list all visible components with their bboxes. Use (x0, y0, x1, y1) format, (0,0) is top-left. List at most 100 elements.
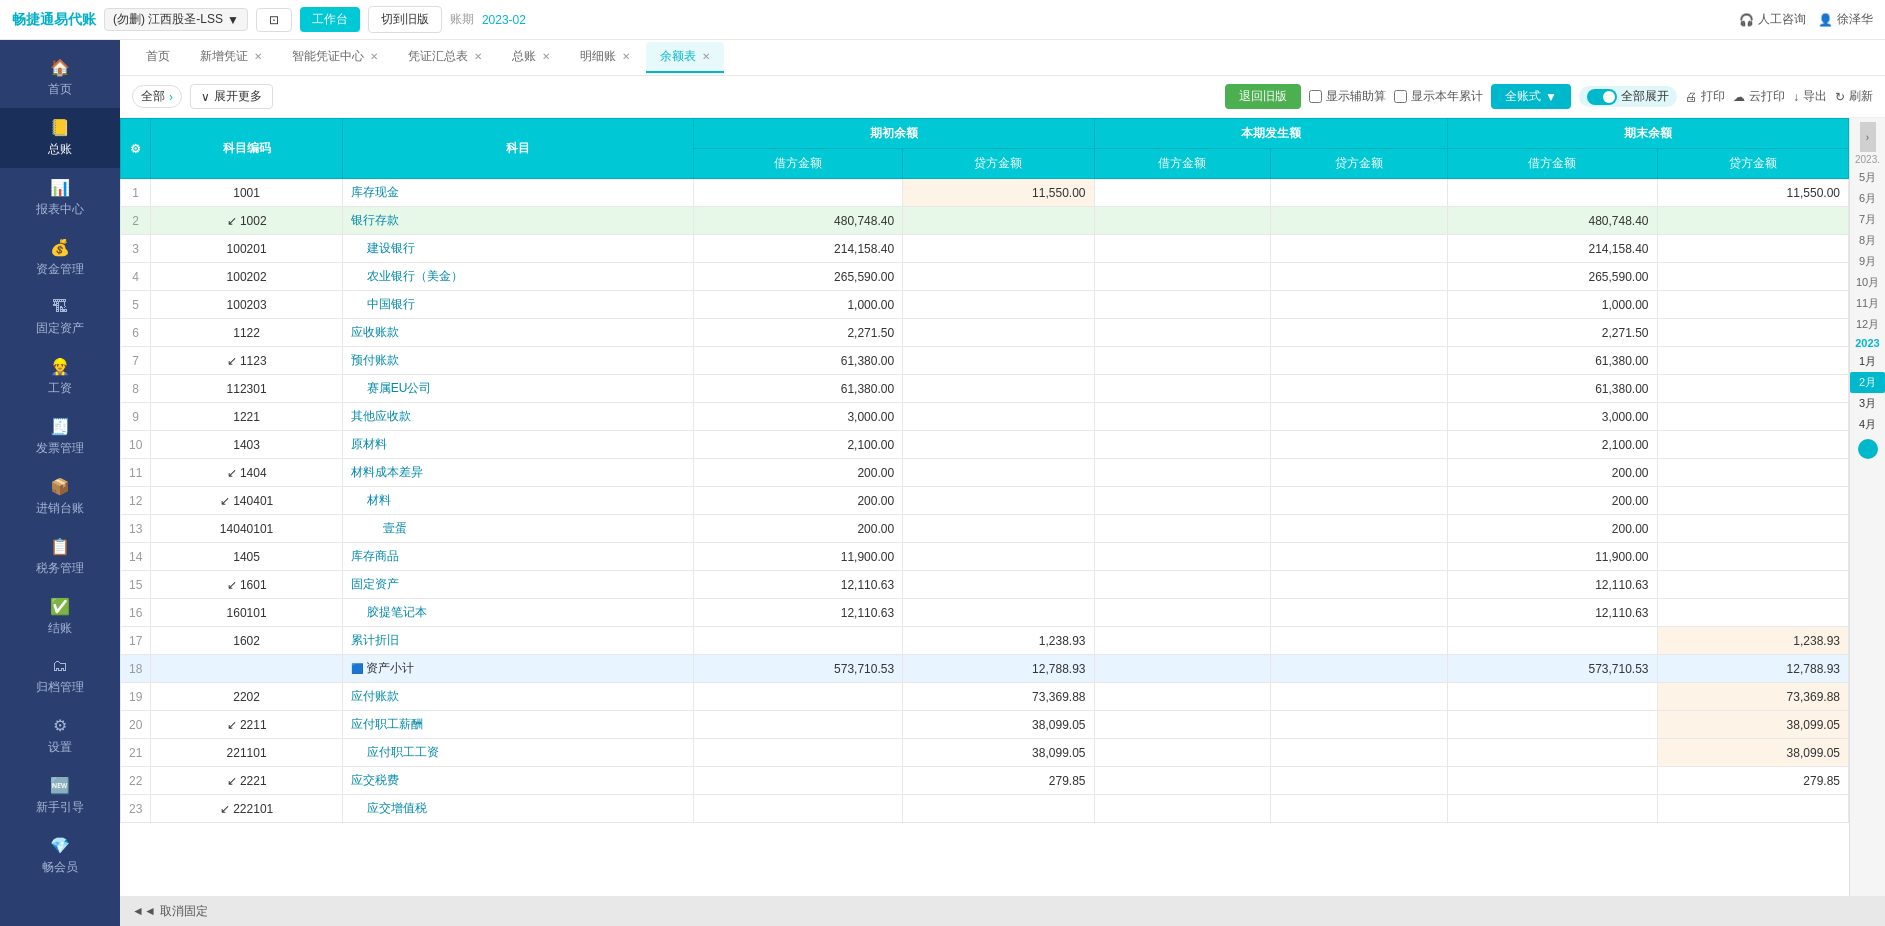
subject-name-link[interactable]: 壹蛋 (383, 521, 407, 535)
subject-name-cell[interactable]: 应交税费 (342, 767, 693, 795)
expand-all-toggle[interactable] (1587, 89, 1617, 105)
tab-close-voucher-summary[interactable]: ✕ (474, 51, 482, 62)
subject-name-cell[interactable]: 库存商品 (342, 543, 693, 571)
cloud-print-action[interactable]: ☁ 云打印 (1733, 88, 1785, 105)
subject-name-link[interactable]: 其他应收款 (351, 409, 411, 423)
subject-name-cell[interactable]: 农业银行（美金） (342, 263, 693, 291)
subject-name-cell[interactable]: 原材料 (342, 431, 693, 459)
sidebar-item-purchase-sales[interactable]: 📦 进销台账 (0, 467, 120, 527)
subject-name-cell[interactable]: 银行存款 (342, 207, 693, 235)
subject-name-link[interactable]: 原材料 (351, 437, 387, 451)
sidebar-item-settlement[interactable]: ✅ 结账 (0, 587, 120, 647)
show-ytd-check[interactable]: 显示本年累计 (1394, 88, 1483, 105)
timeline-3[interactable]: 3月 (1850, 393, 1885, 414)
company-selector[interactable]: (勿删) 江西股圣-LSS ▼ (104, 8, 248, 31)
subject-name-cell[interactable]: 累计折旧 (342, 627, 693, 655)
subject-name-cell[interactable]: 应付职工薪酬 (342, 711, 693, 739)
user-profile[interactable]: 👤 徐泽华 (1818, 11, 1873, 28)
subject-name-cell[interactable]: 应付职工工资 (342, 739, 693, 767)
timeline-10[interactable]: 10月 (1850, 272, 1885, 293)
timeline-2[interactable]: 2月 (1850, 372, 1885, 393)
subject-name-link[interactable]: 应收账款 (351, 325, 399, 339)
cancel-fixed-label[interactable]: 取消固定 (160, 903, 208, 920)
return-old-button[interactable]: 退回旧版 (1225, 84, 1301, 109)
subject-name-link[interactable]: 建设银行 (367, 241, 415, 255)
tab-balance-sheet[interactable]: 余额表 ✕ (646, 42, 724, 73)
subject-name-cell[interactable]: 中国银行 (342, 291, 693, 319)
tab-detail-ledger[interactable]: 明细账 ✕ (566, 42, 644, 73)
timeline-12[interactable]: 12月 (1850, 314, 1885, 335)
timeline-9[interactable]: 9月 (1850, 251, 1885, 272)
subject-name-link[interactable]: 中国银行 (367, 297, 415, 311)
timeline-7[interactable]: 7月 (1850, 209, 1885, 230)
sidebar-item-ledger[interactable]: 📒 总账 (0, 108, 120, 168)
subject-name-link[interactable]: 应付账款 (351, 689, 399, 703)
tab-home[interactable]: 首页 (132, 42, 184, 73)
subject-name-cell[interactable]: 其他应收款 (342, 403, 693, 431)
sidebar-item-archive[interactable]: 🗂 归档管理 (0, 647, 120, 706)
sidebar-item-salary[interactable]: 👷 工资 (0, 347, 120, 407)
toggle-expand-all[interactable]: 全部展开 (1579, 86, 1677, 107)
tab-smart-verify[interactable]: 智能凭证中心 ✕ (278, 42, 392, 73)
sidebar-item-capital[interactable]: 💰 资金管理 (0, 228, 120, 288)
ytd-checkbox[interactable] (1394, 90, 1407, 103)
subject-name-cell[interactable]: 建设银行 (342, 235, 693, 263)
tab-voucher-summary[interactable]: 凭证汇总表 ✕ (394, 42, 496, 73)
tab-close-general-ledger[interactable]: ✕ (542, 51, 550, 62)
timeline-1[interactable]: 1月 (1850, 351, 1885, 372)
subject-name-cell[interactable]: 应收账款 (342, 319, 693, 347)
sidebar-item-settings[interactable]: ⚙ 设置 (0, 706, 120, 766)
sidebar-item-reports[interactable]: 📊 报表中心 (0, 168, 120, 228)
timeline-expand-arrow[interactable]: › (1860, 122, 1876, 152)
subject-name-link[interactable]: 应付职工薪酬 (351, 717, 423, 731)
refresh-action[interactable]: ↻ 刷新 (1835, 88, 1873, 105)
sidebar-item-fixed-assets[interactable]: 🏗 固定资产 (0, 288, 120, 347)
workspace-button[interactable]: 工作台 (300, 7, 360, 32)
sidebar-item-home[interactable]: 🏠 首页 (0, 48, 120, 108)
subject-name-link[interactable]: 材料 (367, 493, 391, 507)
subject-name-link[interactable]: 应交税费 (351, 773, 399, 787)
subject-name-link[interactable]: 材料成本差异 (351, 465, 423, 479)
tab-close-new-voucher[interactable]: ✕ (254, 51, 262, 62)
subject-name-cell[interactable]: 库存现金 (342, 179, 693, 207)
subject-name-cell[interactable]: 固定资产 (342, 571, 693, 599)
timeline-6[interactable]: 6月 (1850, 188, 1885, 209)
subject-name-link[interactable]: 固定资产 (351, 577, 399, 591)
timeline-4[interactable]: 4月 (1850, 414, 1885, 435)
sidebar-item-tax[interactable]: 📋 税务管理 (0, 527, 120, 587)
sidebar-item-invoices[interactable]: 🧾 发票管理 (0, 407, 120, 467)
period-value[interactable]: 2023-02 (482, 13, 526, 27)
expand-more-button[interactable]: ∨ 展开更多 (190, 84, 273, 109)
subject-name-link[interactable]: 库存现金 (351, 185, 399, 199)
tab-close-balance-sheet[interactable]: ✕ (702, 51, 710, 62)
subject-name-link[interactable]: 胶提笔记本 (367, 605, 427, 619)
subject-name-cell[interactable]: 胶提笔记本 (342, 599, 693, 627)
subject-name-link[interactable]: 累计折旧 (351, 633, 399, 647)
filter-all-tag[interactable]: 全部 › (132, 85, 182, 108)
subject-name-link[interactable]: 应交增值税 (367, 801, 427, 815)
tab-new-voucher[interactable]: 新增凭证 ✕ (186, 42, 276, 73)
sidebar-item-new-guide[interactable]: 🆕 新手引导 (0, 766, 120, 826)
subject-name-cell[interactable]: 应交增值税 (342, 795, 693, 823)
copy-button[interactable]: ⊡ (256, 8, 292, 32)
full-style-button[interactable]: 全账式 ▼ (1491, 84, 1571, 109)
timeline-5[interactable]: 5月 (1850, 167, 1885, 188)
auxiliary-checkbox[interactable] (1309, 90, 1322, 103)
sidebar-item-member[interactable]: 💎 畅会员 (0, 826, 120, 886)
subject-name-cell[interactable]: 材料成本差异 (342, 459, 693, 487)
human-consult[interactable]: 🎧 人工咨询 (1739, 11, 1806, 28)
subject-name-cell[interactable]: 预付账款 (342, 347, 693, 375)
subject-name-cell[interactable]: 赛属EU公司 (342, 375, 693, 403)
subject-name-link[interactable]: 农业银行（美金） (367, 269, 463, 283)
subject-name-cell[interactable]: 壹蛋 (342, 515, 693, 543)
subject-name-link[interactable]: 应付职工工资 (367, 745, 439, 759)
show-auxiliary-check[interactable]: 显示辅助算 (1309, 88, 1386, 105)
subject-name-link[interactable]: 银行存款 (351, 213, 399, 227)
timeline-11[interactable]: 11月 (1850, 293, 1885, 314)
switch-old-button[interactable]: 切到旧版 (368, 6, 442, 33)
print-action[interactable]: 🖨 打印 (1685, 88, 1725, 105)
subject-name-link[interactable]: 赛属EU公司 (367, 381, 432, 395)
export-action[interactable]: ↓ 导出 (1793, 88, 1827, 105)
subject-name-cell[interactable]: 应付账款 (342, 683, 693, 711)
timeline-8[interactable]: 8月 (1850, 230, 1885, 251)
